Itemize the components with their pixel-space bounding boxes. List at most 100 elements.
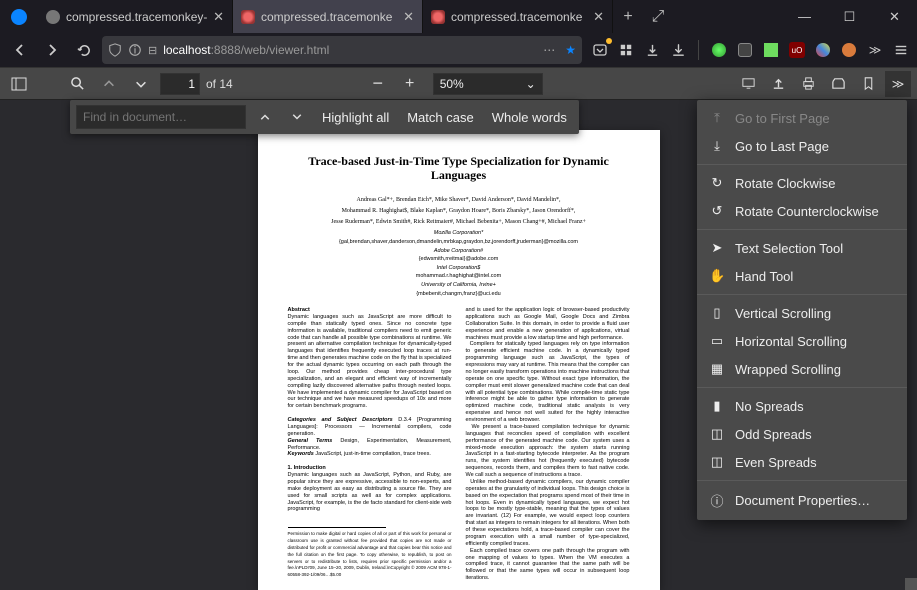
permission-icon: ⊟: [148, 44, 157, 57]
close-icon[interactable]: ✕: [593, 9, 604, 25]
body-text: Unlike method-based dynamic compilers, o…: [466, 479, 630, 547]
find-prev-button[interactable]: [252, 104, 278, 130]
ext-2-icon[interactable]: [735, 40, 755, 60]
ext-1-icon[interactable]: [709, 40, 729, 60]
maximize-button[interactable]: ☐: [827, 9, 872, 25]
app-menu-icon[interactable]: [891, 40, 911, 60]
reader-icon[interactable]: ⋯: [543, 43, 555, 57]
menu-odd-spreads[interactable]: ◫Odd Spreads: [697, 420, 907, 448]
pdf-toolbar: of 14 − + 50% ⌄ ≫: [0, 67, 917, 100]
firefox-menu[interactable]: [0, 0, 38, 33]
info-icon: [128, 43, 142, 57]
container-icon[interactable]: [616, 40, 636, 60]
tab-1[interactable]: compressed.tracemonke ✕: [233, 0, 423, 33]
tab-favicon: [431, 10, 445, 24]
ext-6-icon[interactable]: [839, 40, 859, 60]
paper-title: Trace-based Just-in-Time Type Specializa…: [288, 154, 630, 183]
tab-0[interactable]: compressed.tracemonkey-pl ✕: [38, 0, 233, 33]
ext-3-icon[interactable]: [761, 40, 781, 60]
evenspread-icon: ◫: [709, 454, 725, 470]
menu-text-selection[interactable]: ➤Text Selection Tool: [697, 234, 907, 262]
bookmark-star-icon[interactable]: ★: [565, 43, 576, 57]
find-input[interactable]: [76, 105, 246, 129]
rotate-ccw-icon: ↺: [709, 203, 725, 219]
menu-doc-properties[interactable]: ⓘDocument Properties…: [697, 485, 907, 516]
zoom-select[interactable]: 50% ⌄: [433, 73, 543, 95]
navigation-toolbar: ⊟ localhost:8888/web/viewer.html ⋯ ★ uO …: [0, 33, 917, 67]
menu-horizontal-scroll[interactable]: ▭Horizontal Scrolling: [697, 327, 907, 355]
whole-words-toggle[interactable]: Whole words: [486, 106, 573, 129]
gen-heading: General Terms: [288, 438, 333, 444]
close-button[interactable]: ✕: [872, 9, 917, 25]
save-icon[interactable]: [642, 40, 662, 60]
menu-no-spreads[interactable]: ▮No Spreads: [697, 392, 907, 420]
tab-2[interactable]: compressed.tracemonke ✕: [423, 0, 613, 33]
key-heading: Keywords: [288, 451, 314, 457]
find-next-button[interactable]: [284, 104, 310, 130]
menu-hand-tool[interactable]: ✋Hand Tool: [697, 262, 907, 290]
sidebar-toggle-button[interactable]: [6, 71, 32, 97]
paper-email: {mbebenit,changm,franz}@uci.edu: [288, 291, 630, 298]
match-case-toggle[interactable]: Match case: [401, 106, 479, 129]
zoom-out-button[interactable]: −: [365, 71, 391, 97]
menu-even-spreads[interactable]: ◫Even Spreads: [697, 448, 907, 476]
body-text: and is used for the application logic of…: [466, 307, 630, 341]
ext-5-icon[interactable]: [813, 40, 833, 60]
hand-icon: ✋: [709, 268, 725, 284]
address-bar[interactable]: ⊟ localhost:8888/web/viewer.html ⋯ ★: [102, 36, 582, 64]
paper-authors: Jesse Ruderman*, Edwin Smith#, Rick Reit…: [288, 219, 630, 226]
menu-vertical-scroll[interactable]: ▯Vertical Scrolling: [697, 299, 907, 327]
zoom-in-button[interactable]: +: [397, 71, 423, 97]
overflow-icon[interactable]: ≫: [865, 40, 885, 60]
find-button[interactable]: [64, 71, 90, 97]
minimize-button[interactable]: —: [782, 9, 827, 25]
cats-heading: Categories and Subject Descriptors: [288, 417, 393, 423]
paper-email: {edwsmith,rreitmai}@adobe.com: [288, 256, 630, 263]
paper-authors: Andreas Gal*+, Brendan Eich*, Mike Shave…: [288, 197, 630, 204]
expand-tab-button[interactable]: ⤢: [643, 0, 673, 33]
paper-email: mohammad.r.haghighat@intel.com: [288, 273, 630, 280]
presentation-button[interactable]: [735, 71, 761, 97]
arrow-up-bar-icon: ⤒: [709, 110, 725, 126]
reload-button[interactable]: [70, 36, 98, 64]
ublock-icon[interactable]: uO: [787, 40, 807, 60]
back-button[interactable]: [6, 36, 34, 64]
highlight-all-toggle[interactable]: Highlight all: [316, 106, 395, 129]
arrow-down-bar-icon: ⤓: [709, 138, 725, 154]
shield-icon: [108, 43, 122, 57]
pocket-icon[interactable]: [590, 40, 610, 60]
download-button[interactable]: [825, 71, 851, 97]
secondary-toolbar: ⤒Go to First Page ⤓Go to Last Page ↻Rota…: [697, 100, 907, 520]
downloads-icon[interactable]: [668, 40, 688, 60]
page-number-input[interactable]: [160, 73, 200, 95]
bookmark-button[interactable]: [855, 71, 881, 97]
paper-affiliation: Adobe Corporation#: [288, 248, 630, 255]
open-file-button[interactable]: [765, 71, 791, 97]
tab-title: compressed.tracemonke: [261, 10, 397, 24]
body-text: We present a trace-based compilation tec…: [466, 424, 630, 478]
footnote: Permission to make digital or hard copie…: [288, 531, 452, 577]
new-tab-button[interactable]: +: [613, 0, 643, 33]
info-icon: ⓘ: [709, 491, 725, 510]
resize-grip[interactable]: [905, 578, 917, 590]
print-button[interactable]: [795, 71, 821, 97]
body-text: Each compiled trace covers one path thro…: [466, 548, 630, 582]
intro-heading: 1. Introduction: [288, 465, 326, 471]
menu-rotate-cw[interactable]: ↻Rotate Clockwise: [697, 169, 907, 197]
wscroll-icon: ▦: [709, 361, 725, 377]
menu-rotate-ccw[interactable]: ↺Rotate Counterclockwise: [697, 197, 907, 225]
tools-button[interactable]: ≫: [885, 71, 911, 97]
toolbar-extensions: uO ≫: [590, 40, 911, 60]
vscroll-icon: ▯: [709, 305, 725, 321]
menu-first-page[interactable]: ⤒Go to First Page: [697, 104, 907, 132]
abstract-text: Dynamic languages such as JavaScript are…: [288, 314, 452, 409]
menu-wrapped-scroll[interactable]: ▦Wrapped Scrolling: [697, 355, 907, 383]
forward-button[interactable]: [38, 36, 66, 64]
close-icon[interactable]: ✕: [403, 9, 414, 25]
prev-page-button[interactable]: [96, 71, 122, 97]
rotate-cw-icon: ↻: [709, 175, 725, 191]
chevron-down-icon: ⌄: [526, 77, 536, 91]
next-page-button[interactable]: [128, 71, 154, 97]
menu-last-page[interactable]: ⤓Go to Last Page: [697, 132, 907, 160]
close-icon[interactable]: ✕: [213, 9, 224, 25]
